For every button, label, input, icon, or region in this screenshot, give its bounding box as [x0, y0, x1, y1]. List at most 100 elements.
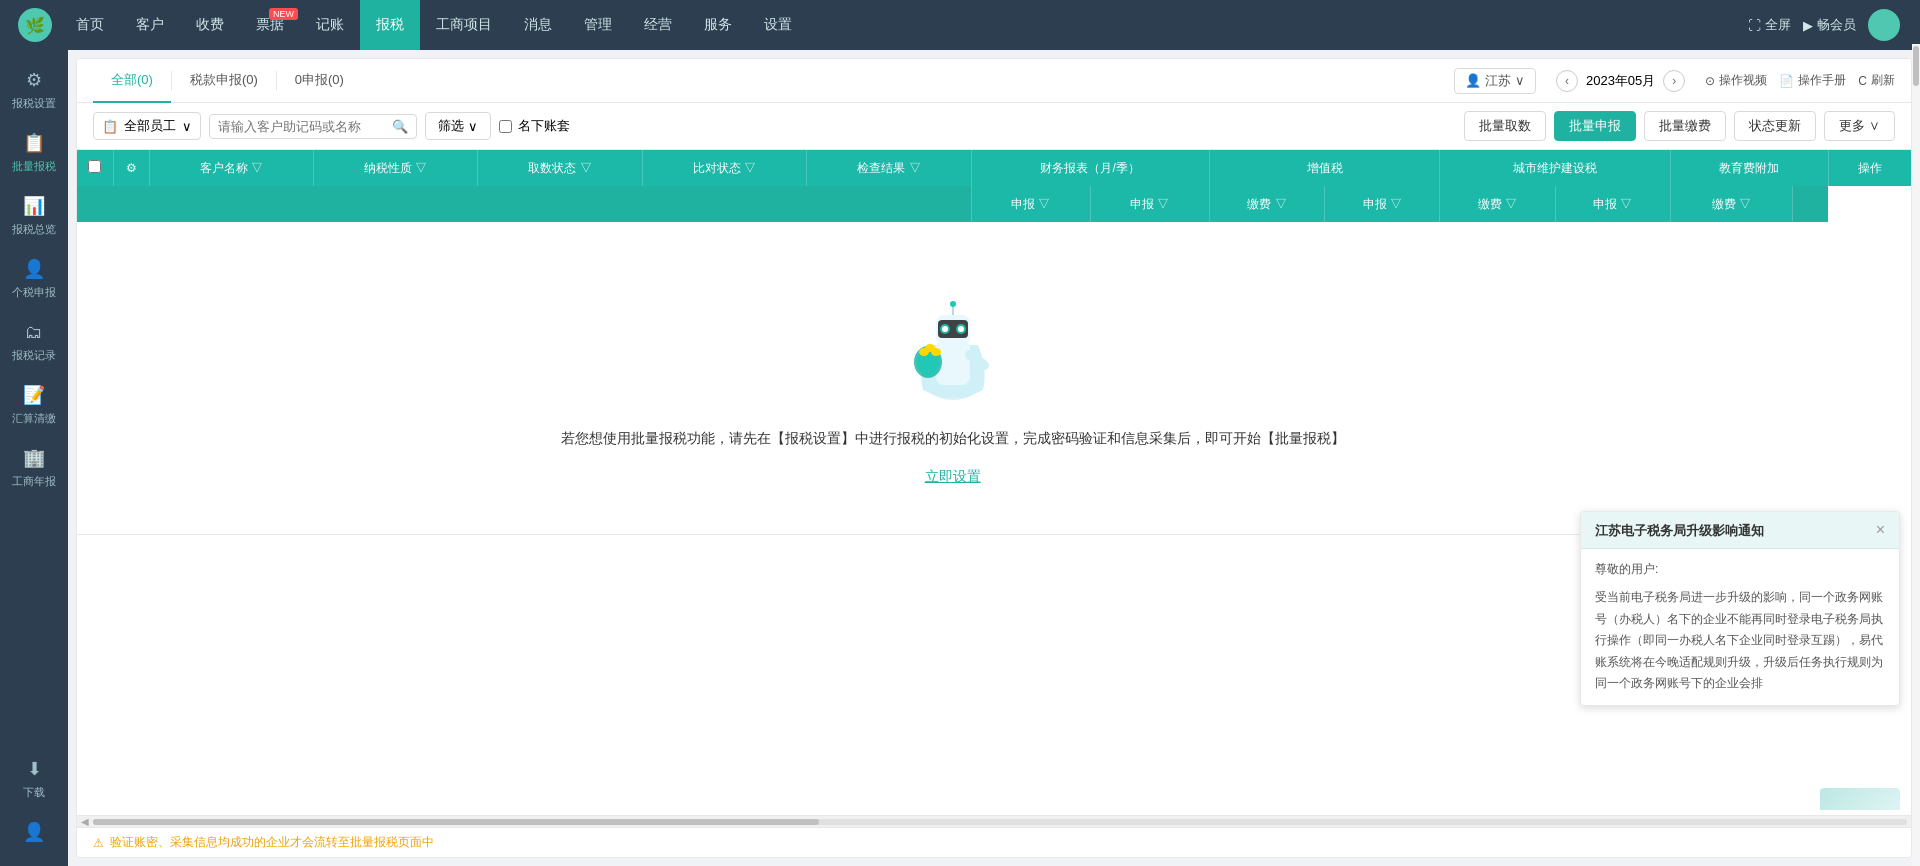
- batch-declare-btn[interactable]: 批量申报: [1554, 111, 1636, 141]
- sidebar-item-download[interactable]: ⬇ 下载: [0, 747, 68, 810]
- download-icon: ⬇: [22, 757, 46, 781]
- th-checkbox: [77, 150, 113, 186]
- nav-item-settings[interactable]: 设置: [748, 0, 808, 50]
- tab-right-actions: ⊙ 操作视频 📄 操作手册 C 刷新: [1705, 72, 1895, 89]
- nav-items: 首页 客户 收费 票据 NEW 记账 报税 工商项目 消息 管理 经营 服务 设…: [60, 0, 1748, 50]
- manual-action[interactable]: 📄 操作手册: [1779, 72, 1846, 89]
- nav-item-invoice[interactable]: 票据 NEW: [240, 0, 300, 50]
- notif-close-btn[interactable]: ×: [1876, 522, 1885, 538]
- doc-icon: 📄: [1779, 74, 1794, 88]
- person-icon: 👤: [1465, 73, 1481, 88]
- checkbox-label[interactable]: 名下账套: [499, 117, 570, 135]
- main-wrapper: 全部(0) 税款申报(0) 0申报(0) 👤 江苏 ∨: [76, 58, 1912, 858]
- search-input[interactable]: [218, 119, 388, 134]
- svg-point-7: [958, 326, 964, 332]
- tab-all[interactable]: 全部(0): [93, 59, 171, 103]
- svg-point-12: [931, 348, 941, 356]
- bottom-bar: ⚠ 验证账密、采集信息均成功的企业才会流转至批量报税页面中: [77, 827, 1911, 857]
- setup-link[interactable]: 立即设置: [925, 468, 981, 486]
- main-table: ⚙ 客户名称 ▽ 纳税性质 ▽ 取数状态 ▽ 比对状态 ▽ 检查结果 ▽ 财务报…: [77, 150, 1911, 535]
- annual-report-icon: 🏢: [22, 446, 46, 470]
- nav-item-operation[interactable]: 经营: [628, 0, 688, 50]
- status-update-btn[interactable]: 状态更新: [1734, 111, 1816, 141]
- th-financial-report: 财务报表（月/季）: [971, 150, 1209, 186]
- nav-item-tax[interactable]: 报税: [360, 0, 420, 50]
- nav-item-bookkeeping[interactable]: 记账: [300, 0, 360, 50]
- region-button[interactable]: 👤 江苏 ∨: [1454, 68, 1536, 94]
- layout: ⚙ 报税设置 📋 批量报税 📊 报税总览 👤 个税申报 🗂 报税记录 📝 汇算清…: [0, 50, 1920, 866]
- date-next-btn[interactable]: ›: [1663, 70, 1685, 92]
- svg-point-6: [942, 326, 948, 332]
- video-action[interactable]: ⊙ 操作视频: [1705, 72, 1767, 89]
- th-city-tax: 城市维护建设税: [1440, 150, 1671, 186]
- avatar[interactable]: [1868, 9, 1900, 41]
- batch-pay-btn[interactable]: 批量缴费: [1644, 111, 1726, 141]
- h-scrollbar[interactable]: ◀: [77, 815, 1911, 827]
- chevron-down-icon: ∨: [1515, 73, 1525, 88]
- personal-tax-icon: 👤: [22, 257, 46, 281]
- th-sub-vat-declare: 申报 ▽: [1090, 186, 1209, 222]
- v-scrollbar-thumb-right: [1913, 50, 1919, 86]
- date-nav: ‹ 2023年05月 ›: [1556, 70, 1685, 92]
- sidebar-item-tax-overview[interactable]: 📊 报税总览: [0, 184, 68, 247]
- nav-item-message[interactable]: 消息: [508, 0, 568, 50]
- nav-item-service[interactable]: 服务: [688, 0, 748, 50]
- filter-button[interactable]: 筛选 ∨: [425, 112, 491, 140]
- fullscreen-btn[interactable]: ⛶ 全屏: [1748, 16, 1791, 34]
- tax-settings-icon: ⚙: [22, 68, 46, 92]
- date-prev-btn[interactable]: ‹: [1556, 70, 1578, 92]
- account-checkbox[interactable]: [499, 120, 512, 133]
- fullscreen-icon: ⛶: [1748, 18, 1761, 33]
- search-icon: 🔍: [392, 119, 408, 134]
- filter-dropdown-icon: ∨: [468, 119, 478, 134]
- notif-header: 江苏电子税务局升级影响通知 ×: [1581, 512, 1899, 549]
- scroll-left-btn[interactable]: ◀: [81, 816, 89, 827]
- search-input-wrap: 🔍: [209, 114, 417, 139]
- batch-fetch-btn[interactable]: 批量取数: [1464, 111, 1546, 141]
- top-nav: 🌿 首页 客户 收费 票据 NEW 记账 报税 工商项目 消息 管理 经营 服务…: [0, 0, 1920, 50]
- tab-bar: 全部(0) 税款申报(0) 0申报(0) 👤 江苏 ∨: [77, 59, 1911, 103]
- nav-item-fee[interactable]: 收费: [180, 0, 240, 50]
- th-spacer: [77, 186, 971, 222]
- th-sub-edu-declare: 申报 ▽: [1555, 186, 1670, 222]
- nav-item-business[interactable]: 工商项目: [420, 0, 508, 50]
- h-scrollbar-thumb: [93, 819, 819, 825]
- more-btn[interactable]: 更多 ∨: [1824, 111, 1895, 141]
- new-badge: NEW: [269, 8, 298, 20]
- member-btn[interactable]: ▶ 畅会员: [1803, 16, 1856, 34]
- nav-item-manage[interactable]: 管理: [568, 0, 628, 50]
- tax-overview-icon: 📊: [22, 194, 46, 218]
- sidebar-item-batch-tax[interactable]: 📋 批量报税: [0, 121, 68, 184]
- sidebar-item-personal-tax[interactable]: 👤 个税申报: [0, 247, 68, 310]
- v-scrollbar-right[interactable]: [1912, 50, 1920, 866]
- tab-tax-declare[interactable]: 税款申报(0): [172, 59, 276, 103]
- refresh-action[interactable]: C 刷新: [1858, 72, 1895, 89]
- select-all-checkbox[interactable]: [88, 160, 101, 173]
- sidebar-item-tax-settings[interactable]: ⚙ 报税设置: [0, 58, 68, 121]
- member-icon: ▶: [1803, 18, 1813, 33]
- nav-item-home[interactable]: 首页: [60, 0, 120, 50]
- top-right: ⛶ 全屏 ▶ 畅会员: [1748, 9, 1900, 41]
- sidebar-item-annual-settlement[interactable]: 📝 汇算清缴: [0, 373, 68, 436]
- empty-message: 若您想使用批量报税功能，请先在【报税设置】中进行报税的初始化设置，完成密码验证和…: [561, 430, 1345, 448]
- th-customer: 客户名称 ▽: [149, 150, 313, 186]
- logo-icon: 🌿: [18, 8, 52, 42]
- staff-icon: 📋: [102, 119, 118, 134]
- sidebar-item-annual-report[interactable]: 🏢 工商年报: [0, 436, 68, 499]
- nav-item-customer[interactable]: 客户: [120, 0, 180, 50]
- toolbar: 📋 全部员工 ∨ 🔍 筛选 ∨ 名下账套 批量取数: [77, 103, 1911, 150]
- robot-illustration: [888, 290, 1018, 410]
- tab-zero-declare[interactable]: 0申报(0): [277, 59, 362, 103]
- th-vat: 增值税: [1209, 150, 1440, 186]
- sidebar: ⚙ 报税设置 📋 批量报税 📊 报税总览 👤 个税申报 🗂 报税记录 📝 汇算清…: [0, 50, 68, 866]
- refresh-icon: C: [1858, 74, 1867, 88]
- notif-title: 江苏电子税务局升级影响通知: [1595, 522, 1764, 540]
- th-sub-operation-spacer: [1792, 186, 1828, 222]
- sidebar-item-user[interactable]: 👤: [0, 810, 68, 854]
- empty-state-row: 若您想使用批量报税功能，请先在【报税设置】中进行报税的初始化设置，完成密码验证和…: [77, 222, 1911, 535]
- table-container: ⚙ 客户名称 ▽ 纳税性质 ▽ 取数状态 ▽ 比对状态 ▽ 检查结果 ▽ 财务报…: [77, 150, 1911, 815]
- sidebar-item-tax-record[interactable]: 🗂 报税记录: [0, 310, 68, 373]
- staff-selector[interactable]: 📋 全部员工 ∨: [93, 112, 201, 140]
- main: 全部(0) 税款申报(0) 0申报(0) 👤 江苏 ∨: [68, 50, 1920, 866]
- h-scrollbar-track: [93, 819, 1907, 825]
